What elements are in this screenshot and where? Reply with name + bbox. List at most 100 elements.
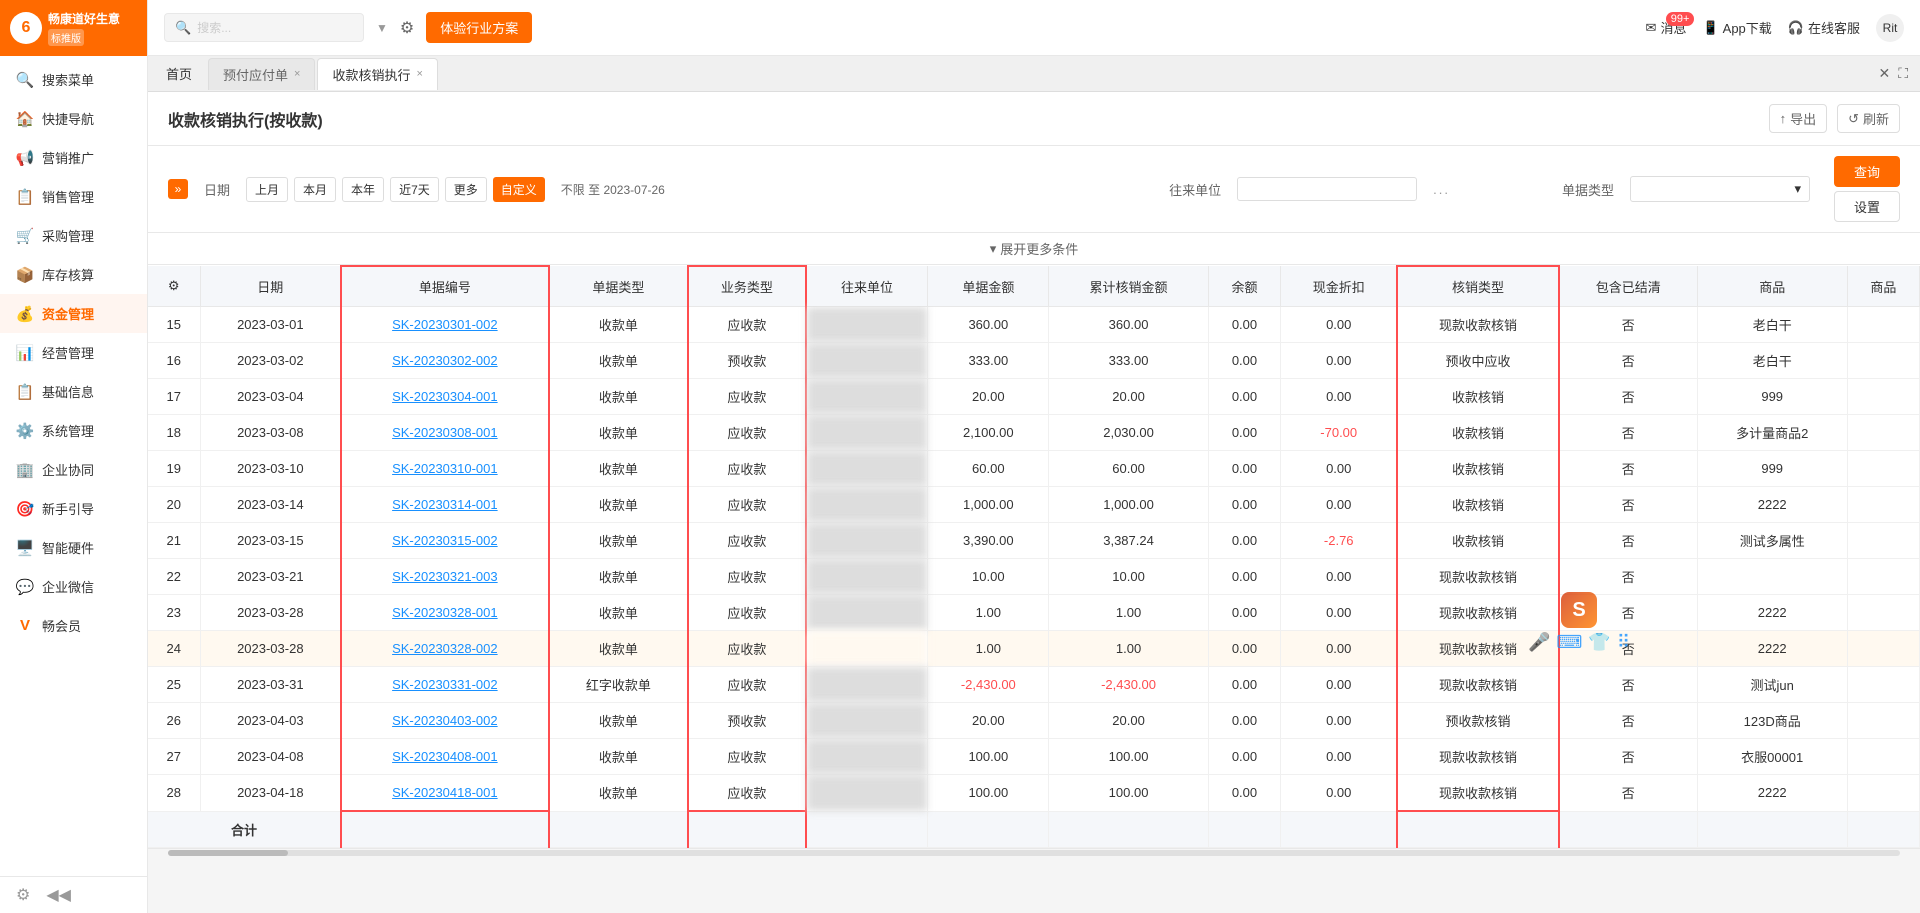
date-more[interactable]: 更多 bbox=[445, 177, 487, 202]
logo-icon: 6 bbox=[10, 12, 42, 44]
receipt-type-select[interactable]: ▾ bbox=[1630, 176, 1810, 202]
row-doc-no[interactable]: SK-20230301-002 bbox=[341, 307, 549, 343]
sidebar-item-basic[interactable]: 📋 基础信息 bbox=[0, 372, 147, 411]
row-doc-no[interactable]: SK-20230314-001 bbox=[341, 487, 549, 523]
system-icon: ⚙️ bbox=[16, 422, 34, 440]
sidebar-item-marketing[interactable]: 📢 营销推广 bbox=[0, 138, 147, 177]
query-button[interactable]: 查询 bbox=[1834, 156, 1900, 187]
watermark-shirt-icon: 👕 bbox=[1588, 632, 1610, 653]
tab-home[interactable]: 首页 bbox=[152, 58, 206, 89]
sidebar-item-system[interactable]: ⚙️ 系统管理 bbox=[0, 411, 147, 450]
tab-close-collection[interactable]: × bbox=[416, 68, 422, 80]
row-goods2 bbox=[1847, 703, 1919, 739]
sidebar-item-quicknav[interactable]: 🏠 快捷导航 bbox=[0, 99, 147, 138]
row-date: 2023-03-31 bbox=[200, 667, 341, 703]
row-doc-no[interactable]: SK-20230331-002 bbox=[341, 667, 549, 703]
export-button[interactable]: ↑ 导出 bbox=[1769, 104, 1828, 133]
close-window-icon[interactable]: ✕ bbox=[1878, 65, 1890, 82]
row-doc-no[interactable]: SK-20230308-001 bbox=[341, 415, 549, 451]
row-balance: 0.00 bbox=[1208, 379, 1280, 415]
solution-button[interactable]: 体验行业方案 bbox=[426, 12, 532, 43]
maximize-window-icon[interactable]: ⛶ bbox=[1898, 65, 1908, 82]
row-biz-type: 应收款 bbox=[688, 451, 806, 487]
row-amount: 333.00 bbox=[928, 343, 1049, 379]
date-this-year[interactable]: 本年 bbox=[342, 177, 384, 202]
settings-bottom-icon[interactable]: ⚙ bbox=[16, 885, 30, 905]
row-doc-no[interactable]: SK-20230403-002 bbox=[341, 703, 549, 739]
row-doc-no[interactable]: SK-20230321-003 bbox=[341, 559, 549, 595]
row-included: 否 bbox=[1559, 775, 1698, 812]
scrollbar-thumb[interactable] bbox=[168, 850, 288, 856]
topbar-gear-icon[interactable]: ⚙ bbox=[400, 18, 414, 38]
dropdown-arrow-icon[interactable]: ▼ bbox=[376, 21, 388, 35]
party-input[interactable] bbox=[1237, 177, 1417, 201]
row-doc-no[interactable]: SK-20230418-001 bbox=[341, 775, 549, 812]
scrollbar-track[interactable] bbox=[168, 850, 1900, 856]
row-discount: 0.00 bbox=[1281, 451, 1398, 487]
row-doc-no[interactable]: SK-20230310-001 bbox=[341, 451, 549, 487]
table-row: 172023-03-04SK-20230304-001收款单应收款██████2… bbox=[148, 379, 1920, 415]
scrollbar-area[interactable] bbox=[148, 848, 1920, 858]
date-last-month[interactable]: 上月 bbox=[246, 177, 288, 202]
table-row: 192023-03-10SK-20230310-001收款单应收款██████6… bbox=[148, 451, 1920, 487]
table-row: 222023-03-21SK-20230321-003收款单应收款██████1… bbox=[148, 559, 1920, 595]
row-verified: 100.00 bbox=[1049, 775, 1209, 812]
row-no: 21 bbox=[148, 523, 200, 559]
row-balance: 0.00 bbox=[1208, 739, 1280, 775]
row-included: 否 bbox=[1559, 487, 1698, 523]
row-no: 28 bbox=[148, 775, 200, 812]
row-doc-no[interactable]: SK-20230304-001 bbox=[341, 379, 549, 415]
row-doc-no[interactable]: SK-20230328-002 bbox=[341, 631, 549, 667]
sidebar-item-hardware[interactable]: 🖥️ 智能硬件 bbox=[0, 528, 147, 567]
footer-discount bbox=[1281, 811, 1398, 847]
col-header-settings[interactable]: ⚙ bbox=[148, 266, 200, 307]
sidebar-item-wechat[interactable]: 💬 企业微信 bbox=[0, 567, 147, 606]
sidebar-item-guide[interactable]: 🎯 新手引导 bbox=[0, 489, 147, 528]
row-verified: 1,000.00 bbox=[1049, 487, 1209, 523]
row-no: 22 bbox=[148, 559, 200, 595]
message-button[interactable]: ✉ 消息 99+ bbox=[1646, 18, 1687, 37]
row-goods: 测试jun bbox=[1697, 667, 1847, 703]
sidebar-item-enterprise[interactable]: 🏢 企业协同 bbox=[0, 450, 147, 489]
row-balance: 0.00 bbox=[1208, 415, 1280, 451]
row-date: 2023-03-14 bbox=[200, 487, 341, 523]
app-download-button[interactable]: 📱 App下载 bbox=[1702, 18, 1771, 37]
row-amount: 20.00 bbox=[928, 703, 1049, 739]
date-custom[interactable]: 自定义 bbox=[493, 177, 545, 202]
chevron-down-icon: ▾ bbox=[1794, 181, 1801, 197]
sidebar-item-finance[interactable]: 💰 资金管理 bbox=[0, 294, 147, 333]
row-goods2 bbox=[1847, 667, 1919, 703]
row-amount: 1,000.00 bbox=[928, 487, 1049, 523]
sidebar-item-member[interactable]: V 畅会员 bbox=[0, 606, 147, 645]
date-this-month[interactable]: 本月 bbox=[294, 177, 336, 202]
refresh-button[interactable]: ↺ 刷新 bbox=[1837, 104, 1900, 133]
service-button[interactable]: 🎧 在线客服 bbox=[1788, 18, 1860, 37]
collapse-btn[interactable]: » bbox=[168, 179, 188, 199]
expand-more-button[interactable]: ▾ 展开更多条件 bbox=[990, 239, 1079, 258]
row-doc-no[interactable]: SK-20230315-002 bbox=[341, 523, 549, 559]
collapse-icon[interactable]: ◀◀ bbox=[46, 885, 71, 905]
user-avatar[interactable]: Rit bbox=[1876, 14, 1904, 42]
tab-prepay[interactable]: 预付应付单 × bbox=[208, 58, 315, 90]
sidebar-item-inventory[interactable]: 📦 库存核算 bbox=[0, 255, 147, 294]
row-doc-no[interactable]: SK-20230328-001 bbox=[341, 595, 549, 631]
inventory-icon: 📦 bbox=[16, 266, 34, 284]
row-discount: 0.00 bbox=[1281, 631, 1398, 667]
sidebar-item-operation[interactable]: 📊 经营管理 bbox=[0, 333, 147, 372]
row-no: 20 bbox=[148, 487, 200, 523]
row-doc-no[interactable]: SK-20230408-001 bbox=[341, 739, 549, 775]
date-7days[interactable]: 近7天 bbox=[390, 177, 439, 202]
row-goods2 bbox=[1847, 775, 1919, 812]
row-doc-no[interactable]: SK-20230302-002 bbox=[341, 343, 549, 379]
settings-button[interactable]: 设置 bbox=[1834, 191, 1900, 222]
topbar-search-box[interactable]: 🔍 搜索... bbox=[164, 13, 364, 42]
tab-close-prepay[interactable]: × bbox=[294, 68, 300, 80]
row-date: 2023-03-21 bbox=[200, 559, 341, 595]
sidebar-item-purchase[interactable]: 🛒 采购管理 bbox=[0, 216, 147, 255]
basic-icon: 📋 bbox=[16, 383, 34, 401]
sidebar-item-search[interactable]: 🔍 搜索菜单 bbox=[0, 60, 147, 99]
row-party: ██████ bbox=[806, 343, 928, 379]
row-verify-type: 收款核销 bbox=[1397, 523, 1558, 559]
tab-collection[interactable]: 收款核销执行 × bbox=[317, 58, 437, 90]
sidebar-item-sales[interactable]: 📋 销售管理 bbox=[0, 177, 147, 216]
